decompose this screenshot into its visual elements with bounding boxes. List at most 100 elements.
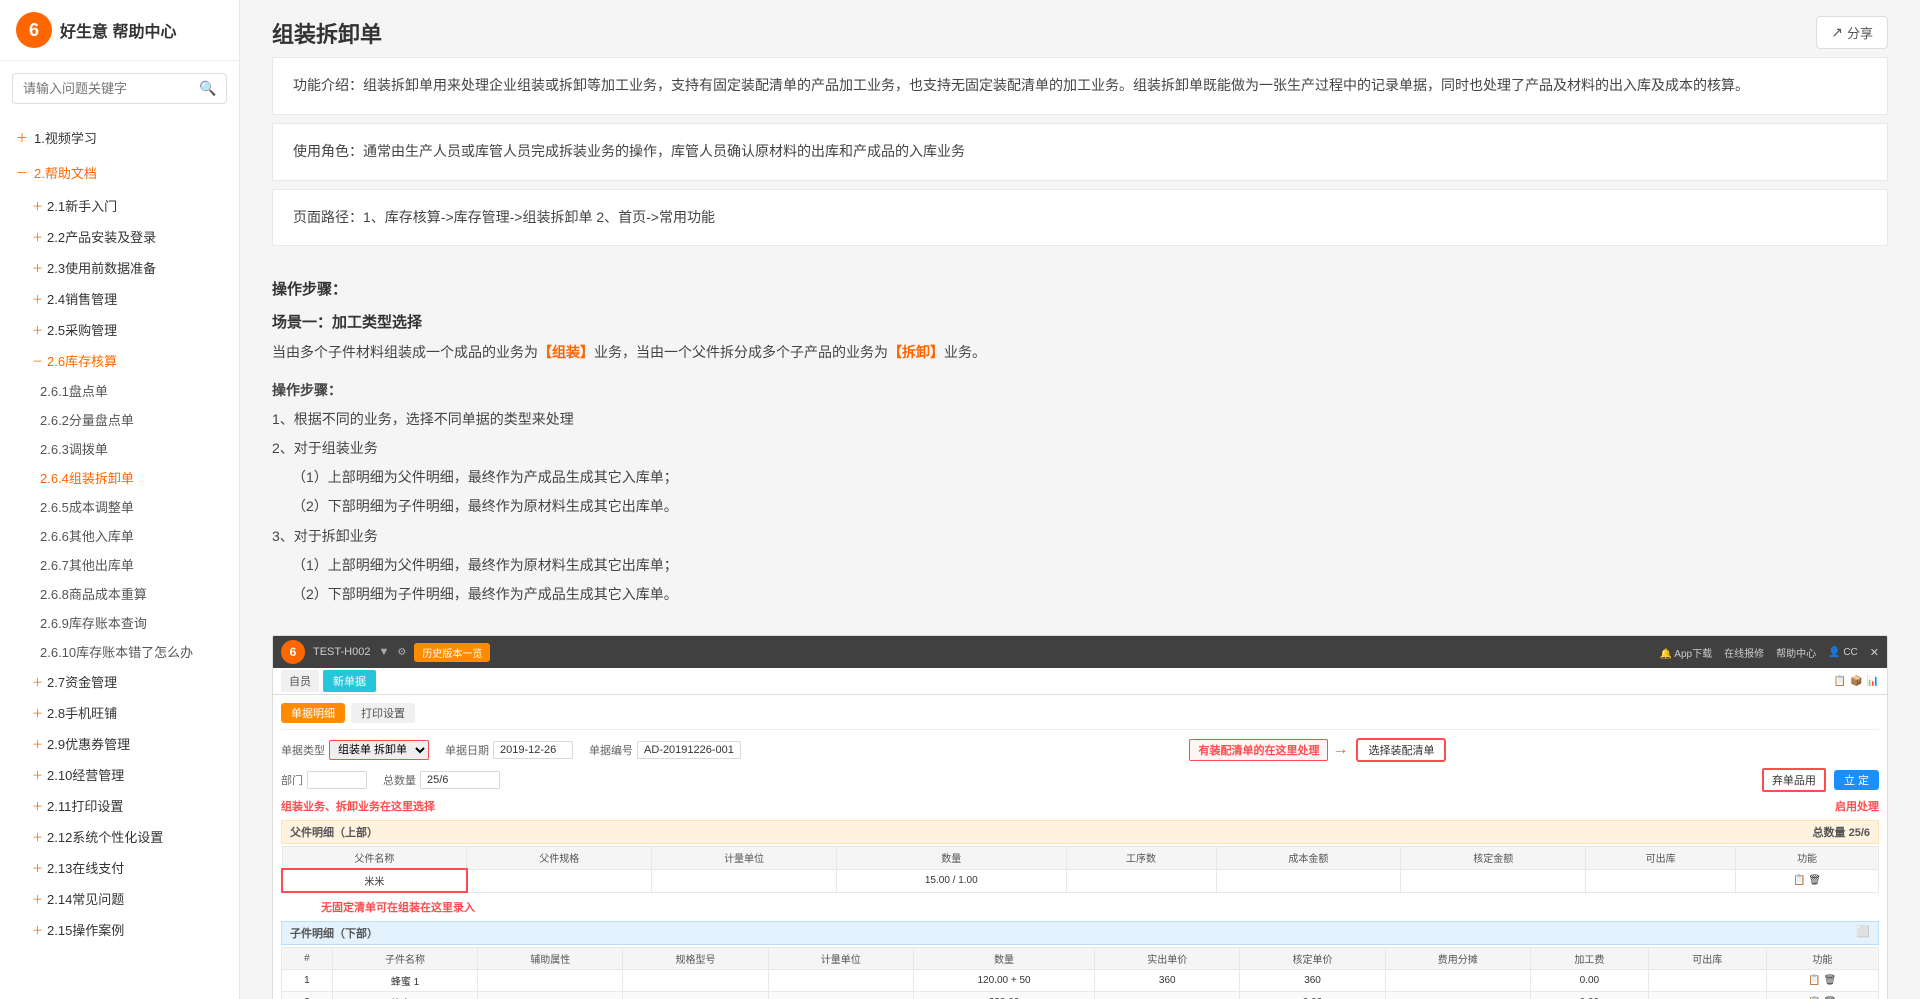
ss-topbar-right: 🔔 App下载 在线报修 帮助中心 👤 CC ✕ bbox=[1660, 645, 1879, 660]
ss-upper-cell-proc bbox=[1066, 869, 1216, 892]
ss-label-dept: 部门 bbox=[281, 772, 303, 788]
ss-btn-print[interactable]: 打印设置 bbox=[351, 703, 415, 723]
ss-history-btn[interactable]: 历史版本一览 bbox=[414, 643, 490, 662]
sidebar-item-label: 2.6库存核算 bbox=[47, 351, 117, 370]
ss-lower-expense-1 bbox=[1385, 970, 1530, 992]
ss-field-dept: 部门 bbox=[281, 771, 367, 789]
sidebar-item-docs-267[interactable]: 2.6.7其他出库单 bbox=[0, 550, 239, 579]
step2: 2、对于组装业务 bbox=[272, 436, 1888, 461]
sidebar-item-docs-23[interactable]: ＋ 2.3使用前数据准备 bbox=[0, 252, 239, 283]
sidebar-item-docs-26[interactable]: － 2.6库存核算 bbox=[0, 345, 239, 376]
plus-icon: ＋ bbox=[16, 129, 28, 146]
ss-lower-unit-1 bbox=[768, 970, 913, 992]
ss-lower-th-expense: 费用分摊 bbox=[1385, 948, 1530, 970]
screenshot-container: 6 TEST-H002 ▼ ⚙ 历史版本一览 🔔 App下载 在线报修 帮助中心… bbox=[272, 635, 1888, 999]
ss-upper-th-4: 数量 bbox=[836, 847, 1066, 870]
ss-logo: 6 bbox=[281, 640, 305, 664]
ss-lower-row-1: 1 蜂蜜 1 120.00 + 50 360 360 0.00 bbox=[282, 970, 1879, 992]
ss-lower-table-header: 子件明细（下部） ⬜ bbox=[281, 921, 1879, 945]
sidebar-item-docs-261[interactable]: 2.6.1盘点单 bbox=[0, 376, 239, 405]
search-icon[interactable]: 🔍 bbox=[199, 80, 216, 97]
ss-upper-row-1: 米米 15.00 / 1.00 📋 🗑 bbox=[282, 869, 1879, 892]
ss-annotation4-area: 无固定清单可在组装在这里录入 bbox=[321, 899, 1879, 915]
ss-input-qty[interactable]: 25/6 bbox=[420, 771, 500, 789]
sidebar-item-label: 2.1新手入门 bbox=[47, 196, 117, 215]
ss-lower-th-unit: 计量单位 bbox=[768, 948, 913, 970]
search-box[interactable]: 🔍 bbox=[12, 73, 227, 104]
step1: 1、根据不同的业务，选择不同单据的类型来处理 bbox=[272, 407, 1888, 432]
ss-select-type[interactable]: 组装单 拆卸单 bbox=[329, 740, 429, 760]
ss-annotation2-area: 组装业务、拆卸业务在这里选择 bbox=[281, 798, 435, 814]
sidebar-item-docs-21[interactable]: ＋ 2.1新手入门 bbox=[0, 190, 239, 221]
sidebar-item-docs-25[interactable]: ＋ 2.5采购管理 bbox=[0, 314, 239, 345]
sidebar-item-docs-214[interactable]: ＋ 2.14常见问题 bbox=[0, 883, 239, 914]
ss-input-billno[interactable]: AD-20191226-001 bbox=[637, 741, 741, 759]
ss-row2-right: 弃单品用 立 定 bbox=[516, 768, 1879, 792]
ss-lower-price-1: 360 bbox=[1095, 970, 1240, 992]
bracket-assemble: 【组装】 bbox=[538, 344, 594, 360]
sidebar-item-docs-211[interactable]: ＋ 2.11打印设置 bbox=[0, 790, 239, 821]
ss-annotation1-area: 有装配清单的在这里处理 → 选择装配清单 bbox=[757, 738, 1879, 762]
ss-upper-cell-func: 📋 🗑 bbox=[1736, 869, 1879, 892]
ss-dropdown-icon: ▼ bbox=[378, 646, 389, 658]
ss-upper-th-8: 可出库 bbox=[1586, 847, 1736, 870]
sidebar-item-docs-215[interactable]: ＋ 2.15操作案例 bbox=[0, 914, 239, 945]
ss-annotation3-area: 启用处理 bbox=[1835, 798, 1879, 814]
ss-lower-th-spec: 规格型号 bbox=[623, 948, 768, 970]
sidebar-item-docs-262[interactable]: 2.6.2分量盘点单 bbox=[0, 405, 239, 434]
ss-lower-th-price: 实出单价 bbox=[1095, 948, 1240, 970]
share-icon: ↗ bbox=[1831, 24, 1843, 41]
ss-sidebar-icon-3: 📊 bbox=[1867, 676, 1879, 687]
ss-lower-approved-1: 360 bbox=[1240, 970, 1385, 992]
sidebar-item-docs-269[interactable]: 2.6.9库存账本查询 bbox=[0, 608, 239, 637]
sidebar-item-docs-263[interactable]: 2.6.3调拨单 bbox=[0, 434, 239, 463]
ss-help: 帮助中心 bbox=[1776, 645, 1816, 660]
nav-tree: ＋ 1.视频学习 － 2.帮助文档 ＋ 2.1新手入门 ＋ 2.2产品安装及登录… bbox=[0, 116, 239, 999]
sidebar-item-docs-24[interactable]: ＋ 2.4销售管理 bbox=[0, 283, 239, 314]
ss-input-dept[interactable] bbox=[307, 771, 367, 789]
main-content: 组装拆卸单 ↗ 分享 功能介绍：组装拆卸单用来处理企业组装或拆卸等加工业务，支持… bbox=[240, 0, 1920, 999]
ss-annotation4: 无固定清单可在组装在这里录入 bbox=[321, 902, 475, 914]
sidebar-item-label: 1.视频学习 bbox=[34, 128, 97, 147]
ss-field-billno: 单据编号 AD-20191226-001 bbox=[589, 741, 741, 759]
ss-topbar: 6 TEST-H002 ▼ ⚙ 历史版本一览 🔔 App下载 在线报修 帮助中心… bbox=[273, 636, 1887, 668]
ss-input-date[interactable]: 2019-12-26 bbox=[493, 741, 573, 759]
ss-nav-ziyuan[interactable]: 自员 bbox=[281, 670, 319, 692]
sidebar-item-docs-265[interactable]: 2.6.5成本调整单 bbox=[0, 492, 239, 521]
search-input[interactable] bbox=[23, 81, 199, 96]
ss-label-billno: 单据编号 bbox=[589, 742, 633, 758]
ss-sidebar-icon-1: 📋 bbox=[1834, 676, 1846, 687]
ss-confirm-btn[interactable]: 立 定 bbox=[1834, 770, 1879, 790]
sidebar-item-docs-29[interactable]: ＋ 2.9优惠券管理 bbox=[0, 728, 239, 759]
intro-text-1: 功能介绍：组装拆卸单用来处理企业组装或拆卸等加工业务，支持有固定装配清单的产品加… bbox=[293, 77, 1749, 93]
ss-lower-qty-1: 120.00 + 50 bbox=[913, 970, 1094, 992]
step3a: （1）上部明细为父件明细，最终作为原材料生成其它出库单； bbox=[272, 553, 1888, 578]
share-button[interactable]: ↗ 分享 bbox=[1816, 16, 1888, 49]
sidebar-item-docs-266[interactable]: 2.6.6其他入库单 bbox=[0, 521, 239, 550]
ss-btn-save[interactable]: 单据明细 bbox=[281, 703, 345, 723]
sidebar-item-docs[interactable]: － 2.帮助文档 bbox=[0, 155, 239, 190]
ss-upper-cell-unit bbox=[652, 869, 837, 892]
ss-menubar: 自员 新单据 📋 📦 📊 bbox=[273, 668, 1887, 695]
ss-select-template-btn[interactable]: 选择装配清单 bbox=[1356, 738, 1446, 762]
sidebar-item-docs-210[interactable]: ＋ 2.10经营管理 bbox=[0, 759, 239, 790]
sidebar-item-docs-268[interactable]: 2.6.8商品成本重算 bbox=[0, 579, 239, 608]
topbar: 组装拆卸单 ↗ 分享 bbox=[240, 0, 1920, 57]
ss-upper-th-3: 计量单位 bbox=[652, 847, 837, 870]
ss-upper-cell-name: 米米 bbox=[282, 869, 467, 892]
sidebar-item-docs-212[interactable]: ＋ 2.12系统个性化设置 bbox=[0, 821, 239, 852]
sidebar-item-docs-22[interactable]: ＋ 2.2产品安装及登录 bbox=[0, 221, 239, 252]
step3: 3、对于拆卸业务 bbox=[272, 524, 1888, 549]
ss-close-icon[interactable]: ✕ bbox=[1870, 646, 1879, 659]
ss-lower-price-2 bbox=[1095, 992, 1240, 999]
sidebar-item-video[interactable]: ＋ 1.视频学习 bbox=[0, 120, 239, 155]
sidebar-item-docs-213[interactable]: ＋ 2.13在线支付 bbox=[0, 852, 239, 883]
ss-lower-expand[interactable]: ⬜ bbox=[1856, 925, 1870, 941]
sidebar-item-docs-2610[interactable]: 2.6.10库存账本错了怎么办 bbox=[0, 637, 239, 666]
ss-nav-newbill[interactable]: 新单据 bbox=[323, 670, 376, 692]
sidebar-item-docs-27[interactable]: ＋ 2.7资金管理 bbox=[0, 666, 239, 697]
ss-warehouse-input[interactable]: 弃单品用 bbox=[1762, 768, 1826, 792]
sidebar-item-docs-28[interactable]: ＋ 2.8手机旺铺 bbox=[0, 697, 239, 728]
ss-lower-expense-2 bbox=[1385, 992, 1530, 999]
sidebar-item-docs-264[interactable]: 2.6.4组装拆卸单 bbox=[0, 463, 239, 492]
